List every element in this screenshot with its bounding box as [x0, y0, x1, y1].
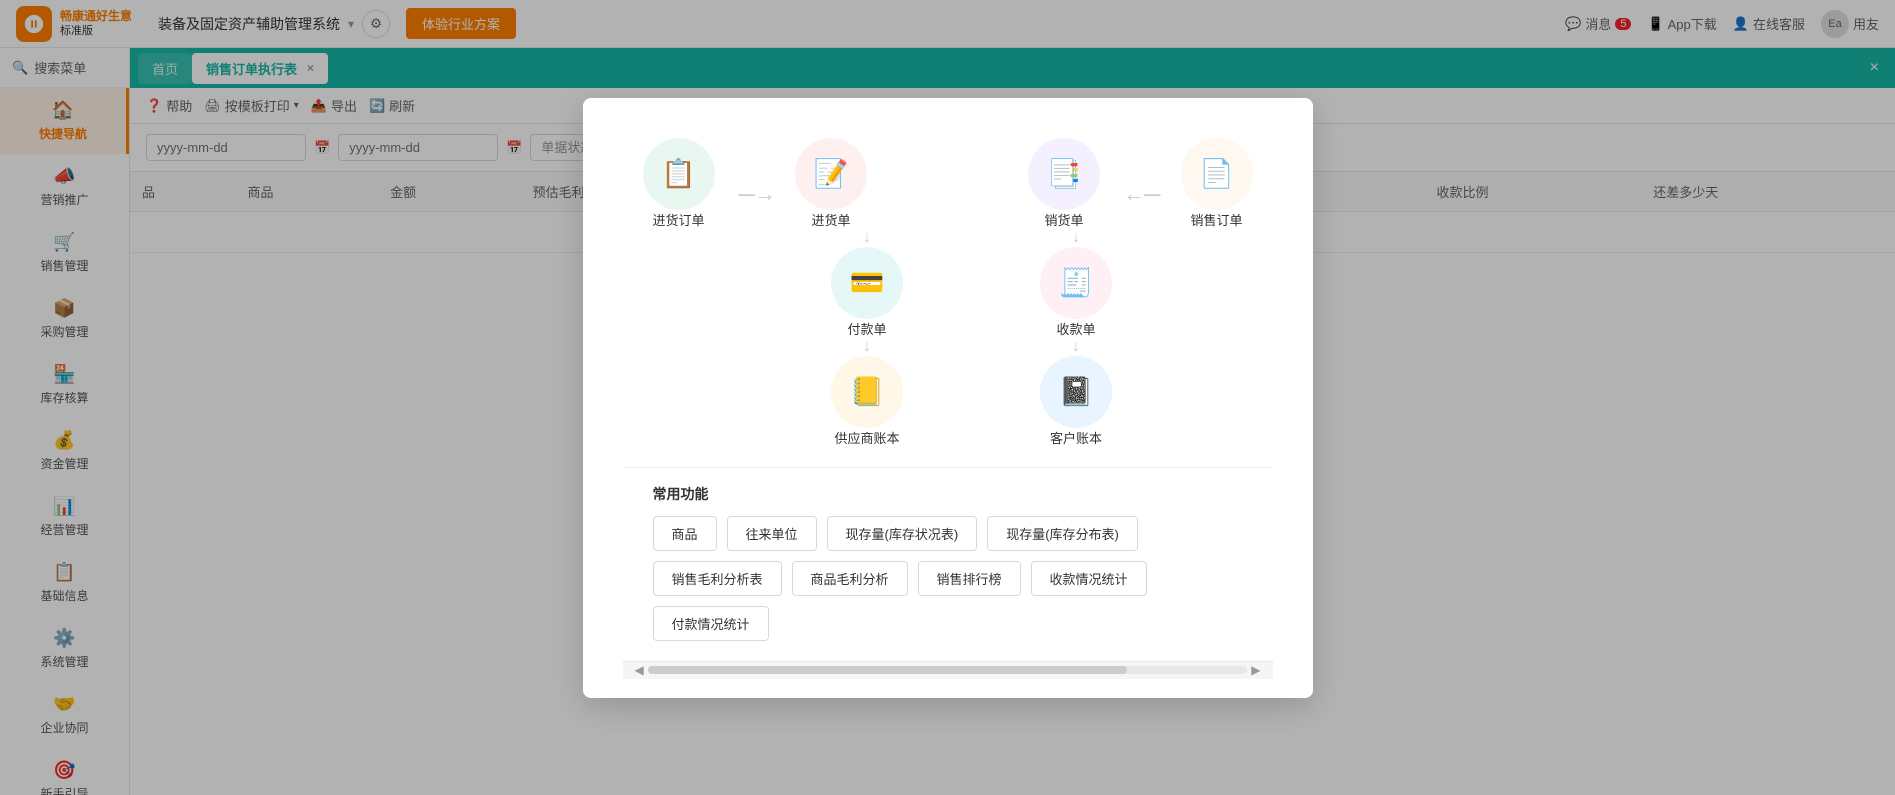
customer-circle[interactable]: 📓 [1040, 356, 1112, 428]
scroll-bar-area: ◀ ▶ [623, 661, 1273, 679]
purchase-bill-label: 进货单 [811, 210, 850, 229]
flow-node-receipt: 🧾 收款单 [1040, 247, 1112, 338]
arrow-left-icon: ← - - - [1123, 181, 1157, 207]
flow-arrows-row: ↓ ↓ [623, 229, 1273, 247]
flow-row-1: 📋 进货订单 - - - → 📝 进货单 📑 销货单 [623, 138, 1273, 229]
purchase-bill-circle[interactable]: 📝 [795, 138, 867, 210]
btn-inventory-status[interactable]: 现存量(库存状况表) [827, 516, 978, 551]
scroll-track[interactable] [648, 666, 1248, 674]
arrow-down-sales: ↓ [1040, 229, 1112, 247]
flow-modal: 📋 进货订单 - - - → 📝 进货单 📑 销货单 [583, 98, 1313, 698]
flow-node-supplier: 📒 供应商账本 [831, 356, 903, 447]
arrow-down-payment: ↓ [831, 338, 903, 356]
flow-node-sales-bill: 📑 销货单 [1028, 138, 1100, 229]
arrow-down-purchase: ↓ [831, 229, 903, 247]
sales-bill-label: 销货单 [1044, 210, 1083, 229]
payment-label: 付款单 [847, 319, 886, 338]
scroll-thumb [648, 666, 1128, 674]
sales-order-label: 销售订单 [1190, 210, 1242, 229]
purchase-order-circle[interactable]: 📋 [643, 138, 715, 210]
customer-label: 客户账本 [1050, 428, 1102, 447]
supplier-circle[interactable]: 📒 [831, 356, 903, 428]
flow-row-3: 📒 供应商账本 📓 客户账本 [623, 356, 1273, 457]
btn-counterparty[interactable]: 往来单位 [727, 516, 817, 551]
arrow-h1: - - - → [715, 181, 796, 229]
btn-sales-gross[interactable]: 销售毛利分析表 [653, 561, 782, 596]
receipt-circle[interactable]: 🧾 [1040, 247, 1112, 319]
btn-goods[interactable]: 商品 [653, 516, 717, 551]
payment-circle[interactable]: 💳 [831, 247, 903, 319]
supplier-label: 供应商账本 [834, 428, 899, 447]
common-functions-buttons: 商品 往来单位 现存量(库存状况表) 现存量(库存分布表) 销售毛利分析表 商品… [653, 516, 1243, 641]
flow-node-purchase-bill: 📝 进货单 [795, 138, 867, 229]
scroll-right-icon[interactable]: ▶ [1247, 663, 1264, 677]
purchase-order-label: 进货订单 [652, 210, 704, 229]
btn-sales-ranking[interactable]: 销售排行榜 [918, 561, 1021, 596]
flow-node-sales-order: 📄 销售订单 [1181, 138, 1253, 229]
flow-node-payment: 💳 付款单 [831, 247, 903, 338]
arrow-h2: ← - - - [1100, 181, 1181, 229]
arrow-down-receipt: ↓ [1040, 338, 1112, 356]
flow-node-purchase-order: 📋 进货订单 [643, 138, 715, 229]
flow-arrows-row2: ↓ ↓ [623, 338, 1273, 356]
sales-order-circle[interactable]: 📄 [1181, 138, 1253, 210]
common-functions-section: 常用功能 商品 往来单位 现存量(库存状况表) 现存量(库存分布表) 销售毛利分… [623, 467, 1273, 661]
flow-node-customer: 📓 客户账本 [1040, 356, 1112, 447]
btn-receipt-stats[interactable]: 收款情况统计 [1031, 561, 1147, 596]
scroll-left-icon[interactable]: ◀ [631, 663, 648, 677]
btn-inventory-dist[interactable]: 现存量(库存分布表) [987, 516, 1138, 551]
flow-diagram: 📋 进货订单 - - - → 📝 进货单 📑 销货单 [623, 128, 1273, 457]
sales-bill-circle[interactable]: 📑 [1028, 138, 1100, 210]
receipt-label: 收款单 [1056, 319, 1095, 338]
common-functions-title: 常用功能 [653, 484, 1243, 504]
overlay[interactable]: 📋 进货订单 - - - → 📝 进货单 📑 销货单 [0, 0, 1895, 795]
arrow-right-icon: - - - → [738, 181, 772, 207]
btn-goods-gross[interactable]: 商品毛利分析 [792, 561, 908, 596]
btn-payment-stats[interactable]: 付款情况统计 [653, 606, 769, 641]
flow-row-2: 💳 付款单 🧾 收款单 [623, 247, 1273, 338]
